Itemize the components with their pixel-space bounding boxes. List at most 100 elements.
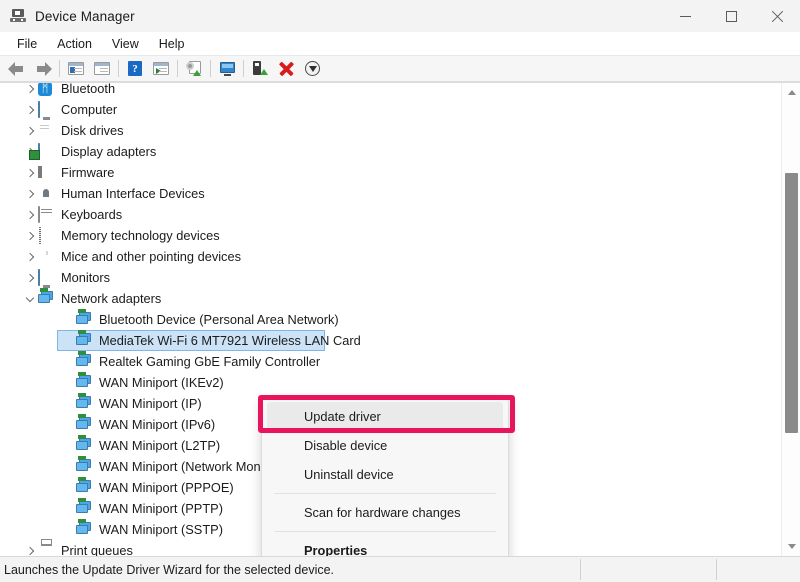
- expand-chevron-icon[interactable]: [22, 83, 38, 97]
- tree-item[interactable]: WAN Miniport (IKEv2): [0, 371, 780, 393]
- uninstall-device-button[interactable]: [273, 57, 299, 81]
- help-button[interactable]: ?: [122, 57, 148, 81]
- tree-item[interactable]: Firmware: [0, 162, 780, 183]
- expand-chevron-icon[interactable]: [22, 123, 38, 139]
- tree-item-label: Monitors: [61, 269, 111, 285]
- tree-item-label: WAN Miniport (IKEv2): [99, 374, 224, 390]
- tree-item-label: WAN Miniport (IPv6): [99, 416, 216, 432]
- close-button[interactable]: [754, 0, 800, 32]
- maximize-button[interactable]: [708, 0, 754, 32]
- show-hide-console-tree-button[interactable]: [63, 57, 89, 81]
- tree-item-label: Firmware: [61, 164, 115, 180]
- scan-for-hardware-changes-button[interactable]: [214, 57, 240, 81]
- title-bar: Device Manager: [0, 0, 800, 32]
- tree-item[interactable]: Realtek Gaming GbE Family Controller: [0, 350, 780, 372]
- context-menu-item-uninstall-device[interactable]: Uninstall device: [262, 460, 508, 489]
- tree-item[interactable]: Display adapters: [0, 141, 780, 162]
- tree-item[interactable]: Memory technology devices: [0, 225, 780, 246]
- context-menu-item-update-driver[interactable]: Update driver: [267, 402, 503, 431]
- context-menu-label: Disable device: [304, 438, 388, 453]
- mouse-icon: [38, 249, 54, 265]
- tree-item[interactable]: Monitors: [0, 267, 780, 288]
- network-adapter-icon: [76, 413, 92, 433]
- tree-item-label: WAN Miniport (L2TP): [99, 437, 221, 453]
- tree-item[interactable]: Keyboards: [0, 204, 780, 225]
- show-hidden-devices-button[interactable]: [299, 57, 325, 81]
- firmware-icon: [38, 165, 54, 181]
- context-menu-item-scan-for-hardware-changes[interactable]: Scan for hardware changes: [262, 498, 508, 527]
- status-bar-divider: [580, 559, 581, 580]
- device-manager-window: Device Manager File Action View Help ? ᛗ…: [0, 0, 800, 582]
- context-menu-item-disable-device[interactable]: Disable device: [262, 431, 508, 460]
- monitor-icon: [38, 268, 54, 286]
- scroll-up-icon[interactable]: [782, 83, 800, 102]
- tree-item[interactable]: Network adapters: [0, 287, 780, 309]
- tree-item[interactable]: MediaTek Wi-Fi 6 MT7921 Wireless LAN Car…: [0, 329, 780, 351]
- menu-file[interactable]: File: [7, 34, 47, 54]
- context-menu-separator: [274, 493, 496, 494]
- minimize-button[interactable]: [662, 0, 708, 32]
- window-controls: [662, 0, 800, 32]
- expand-chevron-icon[interactable]: [22, 186, 38, 202]
- network-adapter-icon: [76, 371, 92, 391]
- update-driver-button[interactable]: [181, 57, 207, 81]
- forward-arrow-icon: [34, 61, 52, 76]
- context-menu-label: Uninstall device: [304, 467, 394, 482]
- scrollbar-thumb[interactable]: [785, 173, 798, 433]
- hid-icon: [38, 186, 54, 202]
- properties-button[interactable]: [89, 57, 115, 81]
- tree-item-label: Network adapters: [61, 290, 162, 306]
- tree-item[interactable]: ᛗ Bluetooth: [0, 83, 780, 99]
- toolbar: ?: [0, 56, 800, 82]
- scroll-down-icon[interactable]: [782, 537, 800, 556]
- expand-chevron-icon[interactable]: [22, 207, 38, 223]
- tree-item-label: Mice and other pointing devices: [61, 248, 241, 264]
- context-menu-item-properties[interactable]: Properties: [262, 536, 508, 556]
- network-adapter-icon: [76, 455, 92, 475]
- collapse-chevron-icon[interactable]: [22, 291, 38, 307]
- tree-item[interactable]: Disk drives: [0, 120, 780, 141]
- show-hide-action-pane-button[interactable]: [148, 57, 174, 81]
- menu-help[interactable]: Help: [149, 34, 195, 54]
- tree-item-label: Bluetooth Device (Personal Area Network): [99, 311, 339, 327]
- device-tree-panel: ᛗ Bluetooth Computer Disk drives Display ada…: [0, 82, 800, 556]
- tree-item[interactable]: Bluetooth Device (Personal Area Network): [0, 308, 780, 330]
- forward-button[interactable]: [30, 57, 56, 81]
- context-menu[interactable]: Update driver Disable device Uninstall d…: [261, 397, 509, 556]
- expand-chevron-icon[interactable]: [22, 165, 38, 181]
- tree-item-label: Human Interface Devices: [61, 185, 205, 201]
- tree-item[interactable]: Computer: [0, 99, 780, 120]
- expand-chevron-icon[interactable]: [22, 249, 38, 265]
- menu-bar: File Action View Help: [0, 32, 800, 56]
- expand-chevron-icon[interactable]: [22, 228, 38, 244]
- disable-device-button[interactable]: [247, 57, 273, 81]
- network-adapter-icon: [38, 287, 54, 307]
- tree-item-label: WAN Miniport (PPPOE): [99, 479, 234, 495]
- tree-item[interactable]: Mice and other pointing devices: [0, 246, 780, 267]
- device-manager-icon: [10, 8, 26, 24]
- bluetooth-icon: ᛗ: [38, 83, 54, 97]
- expand-chevron-icon[interactable]: [22, 102, 38, 118]
- status-bar-text: Launches the Update Driver Wizard for th…: [4, 562, 335, 577]
- expand-chevron-icon[interactable]: [22, 543, 38, 557]
- console-tree-icon: [68, 62, 84, 75]
- expand-chevron-icon[interactable]: [22, 270, 38, 286]
- tree-item-label: WAN Miniport (PPTP): [99, 500, 223, 516]
- minimize-icon: [679, 15, 691, 17]
- menu-view[interactable]: View: [102, 34, 149, 54]
- toolbar-separator: [243, 60, 244, 77]
- vertical-scrollbar[interactable]: [781, 83, 800, 556]
- scan-monitor-icon: [219, 61, 236, 76]
- back-button[interactable]: [4, 57, 30, 81]
- tree-item[interactable]: Human Interface Devices: [0, 183, 780, 204]
- context-menu-label: Update driver: [304, 409, 381, 424]
- menu-action[interactable]: Action: [47, 34, 102, 54]
